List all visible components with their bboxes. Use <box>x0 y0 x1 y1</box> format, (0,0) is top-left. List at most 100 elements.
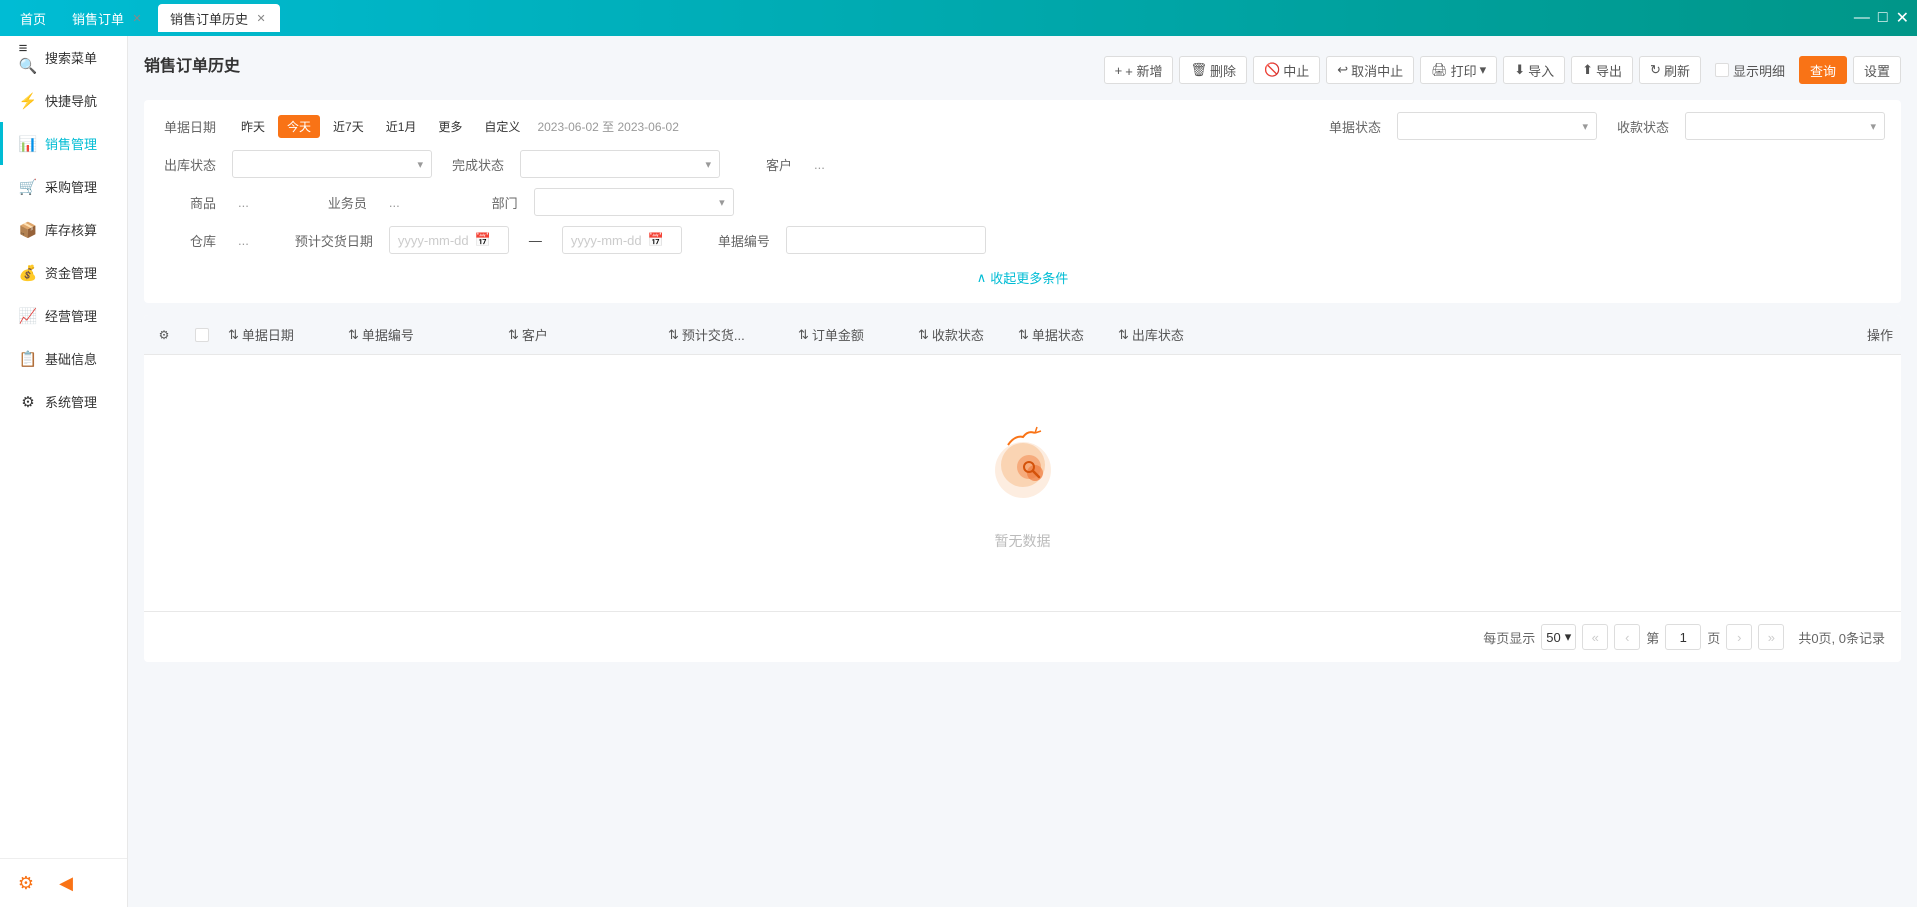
th-receipt-status[interactable]: ⇅ 收款状态 <box>910 325 1010 344</box>
delivery-date-from-text: yyyy-mm-dd <box>398 233 469 248</box>
date-7days[interactable]: 近7天 <box>324 115 373 138</box>
date-yesterday[interactable]: 昨天 <box>232 115 274 138</box>
sysadmin-icon: ⚙ <box>19 393 37 411</box>
prev-page-button[interactable]: ‹ <box>1614 624 1640 650</box>
date-more[interactable]: 更多 <box>429 115 471 138</box>
delivery-date-to-text: yyyy-mm-dd <box>571 233 642 248</box>
date-range-text: 2023-06-02 至 2023-06-02 <box>537 118 678 135</box>
date-field: 昨天 今天 近7天 近1月 更多 自定义 2023-06-02 至 2023-0… <box>232 115 1309 138</box>
th-amount-sort: ⇅ <box>798 327 809 343</box>
import-button[interactable]: ⬇ 导入 <box>1503 56 1565 84</box>
window-controls: — □ ✕ <box>1854 8 1909 28</box>
date-custom[interactable]: 自定义 <box>475 115 529 138</box>
th-amount[interactable]: ⇅ 订单金额 <box>790 325 910 344</box>
empty-state: 暂无数据 <box>144 355 1901 611</box>
import-icon: ⬇ <box>1514 62 1525 78</box>
filter-row-2: 出库状态 ▾ 完成状态 ▾ 客户 ... <box>160 150 1885 178</box>
new-button[interactable]: + + 新增 <box>1104 56 1174 84</box>
th-date[interactable]: ⇅ 单据日期 <box>220 325 340 344</box>
tab-home[interactable]: 首页 <box>8 4 58 32</box>
quicknav-icon: ⚡ <box>19 92 37 110</box>
cancel-stop-button[interactable]: ↩ 取消中止 <box>1326 56 1414 84</box>
print-icon: 🖨 <box>1431 62 1448 78</box>
print-button[interactable]: 🖨 打印 ▾ <box>1420 56 1497 84</box>
settings-label: 设置 <box>1864 61 1890 80</box>
receipt-status-select[interactable]: ▾ <box>1685 112 1885 140</box>
per-page-value: 50 <box>1546 630 1560 645</box>
date-today[interactable]: 今天 <box>278 115 320 138</box>
first-page-button[interactable]: « <box>1582 624 1608 650</box>
collapse-sidebar-icon[interactable]: ◀ <box>52 869 80 897</box>
last-page-icon: » <box>1768 630 1775 645</box>
salesperson-input[interactable]: ... <box>383 193 406 212</box>
tab-sales-order-label: 销售订单 <box>72 9 124 28</box>
sidebar-item-search[interactable]: ≡🔍 搜索菜单 <box>0 36 127 79</box>
th-date-label: 单据日期 <box>242 325 294 344</box>
minimize-button[interactable]: — <box>1854 9 1870 27</box>
per-page-select[interactable]: 50 ▾ <box>1541 624 1576 650</box>
th-settings[interactable]: ⚙ <box>144 328 184 342</box>
sidebar-item-operations-label: 经营管理 <box>45 306 97 325</box>
search-icon: ≡🔍 <box>19 49 37 67</box>
docno-input[interactable] <box>786 226 986 254</box>
tab-sales-order-history-close[interactable]: ✕ <box>254 11 268 25</box>
sidebar-item-purchase[interactable]: 🛒 采购管理 <box>0 165 127 208</box>
delivery-date-from[interactable]: yyyy-mm-dd 📅 <box>389 226 509 254</box>
th-delivery[interactable]: ⇅ 预计交货... <box>660 325 790 344</box>
content-area: 销售订单历史 + + 新增 🗑 删除 🚫 中止 ↩ 取消中止 <box>128 36 1917 907</box>
close-window-button[interactable]: ✕ <box>1896 8 1909 28</box>
complete-status-select[interactable]: ▾ <box>520 150 720 178</box>
product-input[interactable]: ... <box>232 193 255 212</box>
date-1month[interactable]: 近1月 <box>377 115 426 138</box>
display-detail-check[interactable]: 显示明细 <box>1707 57 1793 84</box>
filter-row-3: 商品 ... 业务员 ... 部门 ▾ <box>160 188 1885 216</box>
basicinfo-icon: 📋 <box>19 350 37 368</box>
query-button[interactable]: 查询 <box>1799 56 1847 84</box>
next-page-button[interactable]: › <box>1726 624 1752 650</box>
customer-label: 客户 <box>736 155 792 174</box>
receipt-status-label: 收款状态 <box>1613 117 1669 136</box>
first-page-icon: « <box>1592 630 1599 645</box>
th-checkbox[interactable] <box>184 328 220 342</box>
out-status-select[interactable]: ▾ <box>232 150 432 178</box>
sidebar-item-purchase-label: 采购管理 <box>45 177 97 196</box>
sidebar-item-sales[interactable]: 📊 销售管理 <box>0 122 127 165</box>
page-suffix: 页 <box>1707 628 1720 647</box>
sidebar-item-basicinfo[interactable]: 📋 基础信息 <box>0 337 127 380</box>
collapse-row[interactable]: ∧ 收起更多条件 <box>160 264 1885 291</box>
refresh-button[interactable]: ↻ 刷新 <box>1639 56 1701 84</box>
sidebar-item-sysadmin-label: 系统管理 <box>45 392 97 411</box>
tab-sales-order-close[interactable]: ✕ <box>130 11 144 25</box>
sidebar-item-sysadmin[interactable]: ⚙ 系统管理 <box>0 380 127 423</box>
department-select[interactable]: ▾ <box>534 188 734 216</box>
th-docno-sort: ⇅ <box>348 327 359 343</box>
delete-button[interactable]: 🗑 删除 <box>1179 56 1247 84</box>
empty-icon <box>973 415 1073 515</box>
customer-input[interactable]: ... <box>808 155 831 174</box>
sidebar-item-quicknav[interactable]: ⚡ 快捷导航 <box>0 79 127 122</box>
inventory-icon: 📦 <box>19 221 37 239</box>
display-detail-checkbox[interactable] <box>1715 63 1729 77</box>
page-number-input[interactable] <box>1665 624 1701 650</box>
sidebar-item-inventory[interactable]: 📦 库存核算 <box>0 208 127 251</box>
settings-button[interactable]: 设置 <box>1853 56 1901 84</box>
stop-icon: 🚫 <box>1264 62 1280 78</box>
th-customer[interactable]: ⇅ 客户 <box>500 325 660 344</box>
stop-button[interactable]: 🚫 中止 <box>1253 56 1320 84</box>
warehouse-input[interactable]: ... <box>232 231 255 250</box>
th-doc-status[interactable]: ⇅ 单据状态 <box>1010 325 1110 344</box>
status-select[interactable]: ▾ <box>1397 112 1597 140</box>
delivery-date-to[interactable]: yyyy-mm-dd 📅 <box>562 226 682 254</box>
tab-sales-order[interactable]: 销售订单 ✕ <box>60 4 156 32</box>
tab-sales-order-history[interactable]: 销售订单历史 ✕ <box>158 4 280 32</box>
sidebar-item-operations[interactable]: 📈 经营管理 <box>0 294 127 337</box>
maximize-button[interactable]: □ <box>1878 9 1888 27</box>
th-checkbox-input[interactable] <box>195 328 209 342</box>
export-button[interactable]: ⬆ 导出 <box>1571 56 1633 84</box>
sidebar-item-finance[interactable]: 💰 资金管理 <box>0 251 127 294</box>
last-page-button[interactable]: » <box>1758 624 1784 650</box>
collapse-icon: ∧ <box>977 270 987 286</box>
th-docno[interactable]: ⇅ 单据编号 <box>340 325 500 344</box>
settings-bottom-icon[interactable]: ⚙ <box>12 869 40 897</box>
th-out-status[interactable]: ⇅ 出库状态 <box>1110 325 1210 344</box>
